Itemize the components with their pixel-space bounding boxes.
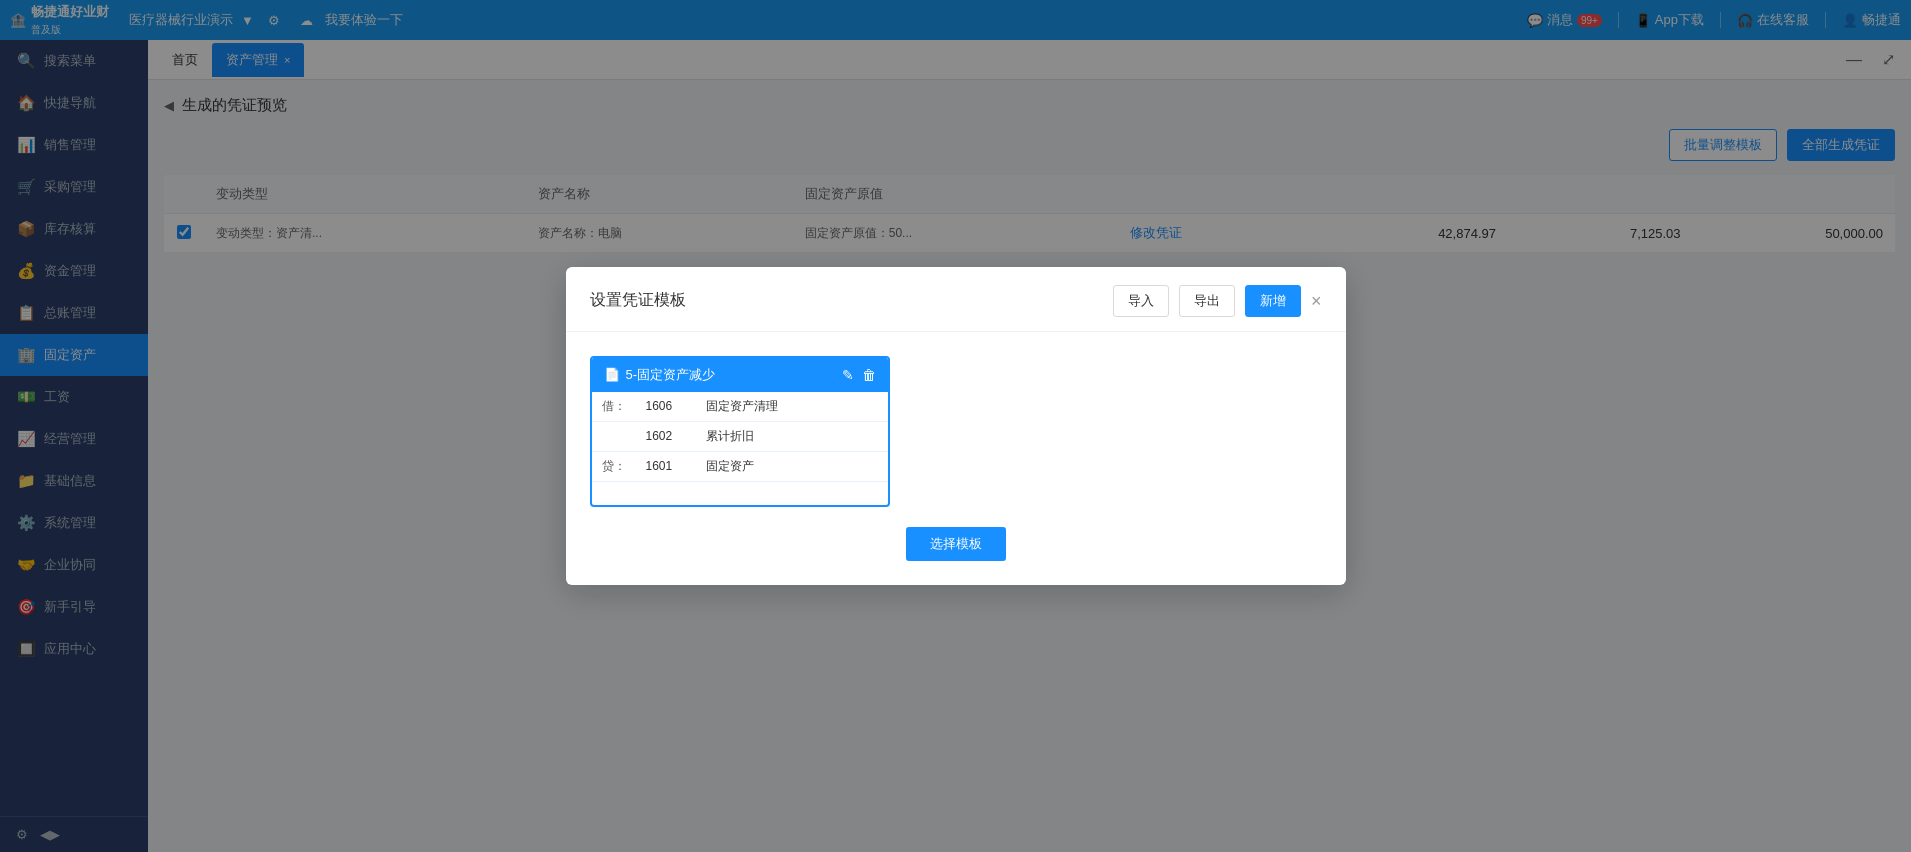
modal-overlay[interactable]: 设置凭证模板 导入 导出 新增 × <box>148 80 1911 852</box>
empty-cell3 <box>696 481 830 505</box>
entry-amount2-debit2 <box>858 421 887 451</box>
page-content: ◀ 生成的凭证预览 批量调整模板 全部生成凭证 <box>148 80 1911 852</box>
template-edit-btn[interactable]: ✎ <box>842 367 854 383</box>
modal-header: 设置凭证模板 导入 导出 新增 × <box>566 267 1346 332</box>
template-row-debit2: 1602 累计折旧 <box>592 421 888 451</box>
entry-type-debit2 <box>592 421 636 451</box>
empty-cell2 <box>636 481 696 505</box>
empty-cell5 <box>858 481 887 505</box>
modal-title: 设置凭证模板 <box>590 290 686 311</box>
entry-type-debit1: 借： <box>592 392 636 422</box>
template-card-actions: ✎ 🗑 <box>842 367 876 383</box>
template-card-title: 📄 5-固定资产减少 <box>604 366 716 384</box>
entry-code-debit2: 1602 <box>636 421 696 451</box>
template-row-empty <box>592 481 888 505</box>
template-inner-table: 借： 1606 固定资产清理 <box>592 392 888 506</box>
template-card: 📄 5-固定资产减少 ✎ 🗑 <box>590 356 890 508</box>
template-grid: 📄 5-固定资产减少 ✎ 🗑 <box>590 356 1322 508</box>
add-template-btn[interactable]: 新增 <box>1245 285 1301 317</box>
empty-cell4 <box>829 481 858 505</box>
entry-name-debit1: 固定资产清理 <box>696 392 830 422</box>
template-row-debit1: 借： 1606 固定资产清理 <box>592 392 888 422</box>
entry-name-debit2: 累计折旧 <box>696 421 830 451</box>
entry-amount2-credit1 <box>858 451 887 481</box>
entry-type-credit1: 贷： <box>592 451 636 481</box>
entry-code-credit1: 1601 <box>636 451 696 481</box>
modal-close-btn[interactable]: × <box>1311 292 1322 310</box>
empty-cell1 <box>592 481 636 505</box>
choose-btn-wrap: 选择模板 <box>590 527 1322 561</box>
voucher-template-modal: 设置凭证模板 导入 导出 新增 × <box>566 267 1346 586</box>
export-btn[interactable]: 导出 <box>1179 285 1235 317</box>
template-card-header: 📄 5-固定资产减少 ✎ 🗑 <box>592 358 888 392</box>
content-area: 首页 资产管理 × — ⤢ ◀ 生成的凭证预览 <box>148 40 1911 852</box>
import-btn[interactable]: 导入 <box>1113 285 1169 317</box>
template-name: 5-固定资产减少 <box>626 366 716 384</box>
choose-template-btn[interactable]: 选择模板 <box>906 527 1006 561</box>
entry-amount-debit1 <box>829 392 858 422</box>
entry-amount-credit1 <box>829 451 858 481</box>
modal-body: 📄 5-固定资产减少 ✎ 🗑 <box>566 332 1346 586</box>
entry-amount-debit2 <box>829 421 858 451</box>
template-row-credit1: 贷： 1601 固定资产 <box>592 451 888 481</box>
entry-code-debit1: 1606 <box>636 392 696 422</box>
template-doc-icon: 📄 <box>604 367 620 382</box>
entry-name-credit1: 固定资产 <box>696 451 830 481</box>
template-card-body: 借： 1606 固定资产清理 <box>592 392 888 506</box>
modal-top-actions: 导入 导出 新增 × <box>1113 285 1322 317</box>
entry-amount2-debit1 <box>858 392 887 422</box>
template-delete-btn[interactable]: 🗑 <box>862 367 876 383</box>
